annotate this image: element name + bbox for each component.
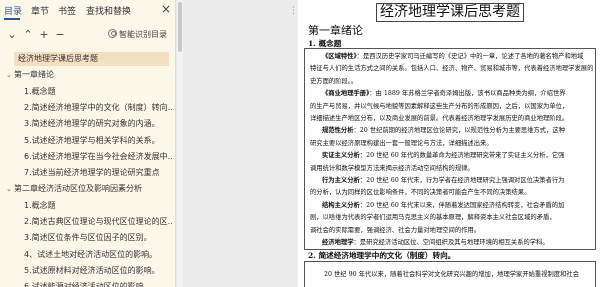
term-label: 结构主义分析 bbox=[322, 201, 360, 209]
outline-item-label: 3.简述区位条件与区位因子的区别。 bbox=[24, 233, 152, 243]
term-label: 规范性分析 bbox=[322, 127, 354, 135]
active-tab-indicator bbox=[4, 18, 20, 20]
outline-item[interactable]: 2.简述古典区位理论与现代区位理论的区… bbox=[6, 215, 172, 229]
outline-item[interactable]: 经济地理学课后思考题 bbox=[14, 52, 169, 66]
outline-item-label: 第二章经济活动区位及影响因素分析 bbox=[14, 184, 142, 194]
outline-item[interactable]: 5.试述经济地理学与相关学科的关系。 bbox=[6, 134, 172, 148]
outline-item-label: 1.概念题 bbox=[24, 86, 56, 96]
document-title: 经济地理学课后思考题 bbox=[376, 3, 524, 22]
outline-item-label: 5.试述经济地理学与相关学科的关系。 bbox=[24, 135, 160, 145]
outline-item[interactable]: 1.概念题 bbox=[6, 199, 172, 213]
outline-item-label: 6.试述能源对经济活动区位的影响。 bbox=[24, 282, 152, 287]
term-definition: ：20 世纪前期的经济地理区位论研究，以规范性分析为主要思维方式，这种 bbox=[353, 127, 565, 135]
scrollbar-thumb[interactable] bbox=[178, 2, 182, 52]
term-definition: ：是研究经济活动区位、空间组织及其与地理环境的相互关系的学科。 bbox=[353, 239, 549, 246]
outline-item-label: 6.试述经济地理学在当今社会经济发展中… bbox=[24, 151, 172, 161]
smart-toc-label: 智能识别目录 bbox=[119, 30, 167, 39]
outline-item-label: 第一章绪论 bbox=[14, 70, 54, 80]
outline-item[interactable]: 3.简述经济地理学的研究对象的内涵。 bbox=[6, 117, 172, 131]
tab-chapters[interactable]: 章节 bbox=[31, 4, 49, 17]
term-definition: ：是西汉历史学家司马迁编写的《史记》中的一章，论述了各地的著名物产和地域 bbox=[356, 53, 584, 60]
outline-item-label: 7.试述当前经济地理学的理论研究重点 bbox=[24, 168, 160, 178]
term-definition: ：20 世纪 60 年代的数量革命为经济地理研究带来了实证主义分析，它强 bbox=[359, 152, 565, 160]
smart-detect-icon bbox=[108, 29, 117, 38]
outline-item[interactable]: 7.试述当前经济地理学的理论研究重点 bbox=[6, 166, 172, 180]
section-2-paragraph: 20 世纪 90 年代以来，随着社会科学对文化研究兴趣的增加，地理学家开始重视制… bbox=[324, 271, 580, 278]
chapter-heading: 第一章绪论 bbox=[308, 24, 363, 37]
outline-item[interactable]: 2.简述经济地理学中的文化（制度）转向… bbox=[6, 101, 172, 115]
outline-item[interactable]: ⌄ 第二章经济活动区位及影响因素分析 bbox=[6, 182, 172, 196]
document-line: 经济地理学：是研究经济活动区位、空间组织及其与地理环境的相互关系的学科。 bbox=[322, 236, 549, 250]
outline-item-label: 2.简述古典区位理论与现代区位理论的区… bbox=[24, 217, 172, 226]
term-definition: ：由 1889 年苏格兰学者奇泽姆出版，该书以商品种类为纲，介绍世界 bbox=[369, 90, 566, 98]
term-label: 行为主义分析 bbox=[322, 177, 360, 184]
outline-item-label: 4、试述土地对经济活动区位的影响。 bbox=[24, 249, 158, 259]
outline-item[interactable]: 6.试述经济地理学在当今社会经济发展中… bbox=[6, 150, 172, 164]
outline-item[interactable]: ⌄ 第一章绪论 bbox=[6, 68, 172, 82]
outline-item[interactable]: 4、试述土地对经济活动区位的影响。 bbox=[6, 248, 172, 262]
section-heading-2: 2. 简述经济地理学中的文化（制度）转向。 bbox=[308, 251, 456, 260]
outline-item-label: 3.简述经济地理学的研究对象的内涵。 bbox=[24, 119, 160, 129]
tab-find-replace[interactable]: 查找和替换 bbox=[86, 4, 131, 17]
outline-item[interactable]: 5.试述原材料对经济活动区位的影响。 bbox=[6, 264, 172, 278]
remove-heading-button[interactable]: − bbox=[54, 28, 66, 42]
outline-item-label: 5.试述原材料对经济活动区位的影响。 bbox=[24, 265, 160, 275]
chevron-down-icon[interactable]: ⌄ bbox=[6, 68, 14, 82]
term-label: 实证主义分析 bbox=[322, 152, 360, 160]
expand-all-button[interactable]: ⌃ bbox=[22, 28, 34, 42]
add-heading-button[interactable]: + bbox=[38, 28, 50, 42]
term-label: 《商业地理手册》 bbox=[322, 90, 370, 98]
term-definition: ：20 世纪 60 年代末以来，伴随着发达国家经济结构转变，社会矛盾的加 bbox=[359, 201, 565, 209]
outline-item-label: 1.概念题 bbox=[24, 200, 56, 210]
term-label: 《区域特性》 bbox=[322, 53, 357, 60]
outline-item-label: 经济地理学课后思考题 bbox=[18, 54, 98, 63]
tab-bookmarks[interactable]: 书签 bbox=[58, 4, 76, 17]
outline-toolbar: ⌄ ⌃ + − 智能识别目录 bbox=[0, 28, 176, 44]
navigation-pane: 目录 章节 书签 查找和替换 × ⌄ ⌃ + − 智能识别目录 经济地理学课后思… bbox=[0, 0, 176, 287]
document-page[interactable]: 经济地理学课后思考题 第一章绪论 1. 概念题 《区域特性》：是西汉历史学家司马… bbox=[298, 0, 600, 287]
outline-item[interactable]: 1.概念题 bbox=[6, 85, 172, 99]
outline-item-label: 2.简述经济地理学中的文化（制度）转向… bbox=[24, 102, 172, 112]
close-pane-button[interactable]: × bbox=[161, 3, 171, 15]
tab-contents[interactable]: 目录 bbox=[4, 4, 22, 17]
nav-tabs: 目录 章节 书签 查找和替换 × bbox=[0, 0, 176, 22]
chevron-down-icon[interactable]: ⌄ bbox=[6, 182, 14, 196]
outline-item[interactable]: 6.试述能源对经济活动区位的影响。 bbox=[6, 280, 172, 287]
collapse-all-button[interactable]: ⌄ bbox=[6, 28, 18, 42]
outline-item[interactable]: 3.简述区位条件与区位因子的区别。 bbox=[6, 231, 172, 245]
term-definition: ：20 世纪 60 年代末，行为学者在经济地理研究上强调对区位决策者行为 bbox=[359, 177, 565, 184]
term-label: 经济地理学 bbox=[322, 239, 354, 246]
smart-toc-button[interactable]: 智能识别目录 bbox=[108, 28, 167, 42]
